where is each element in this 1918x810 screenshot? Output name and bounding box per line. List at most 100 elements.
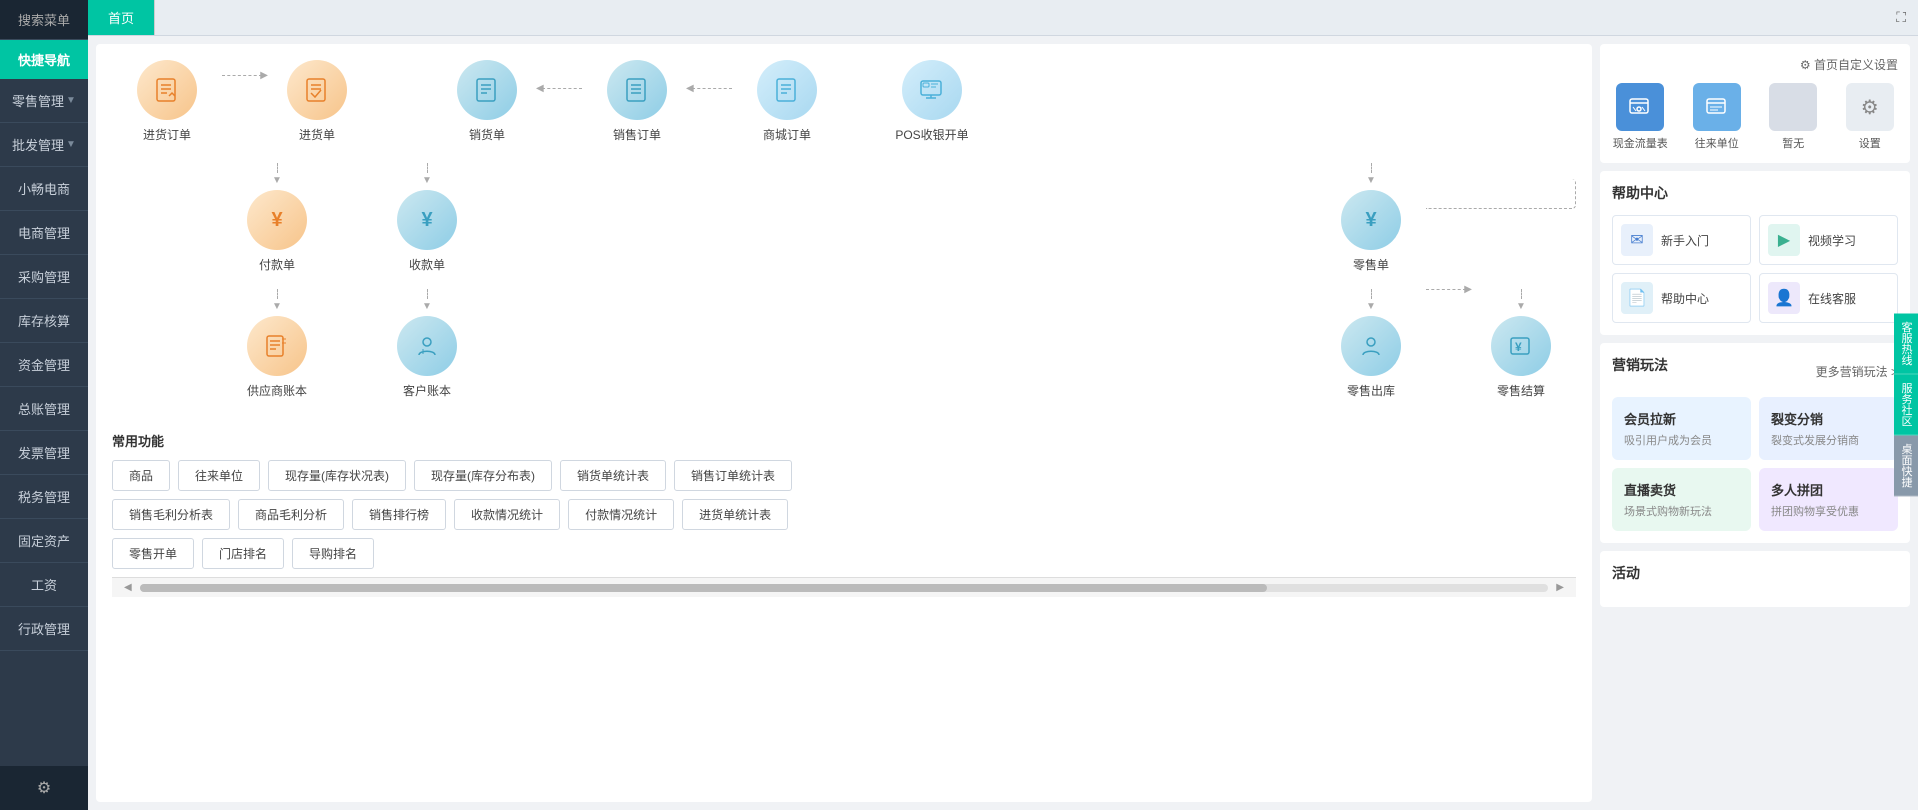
- float-btn-service[interactable]: 客服热线: [1894, 314, 1918, 375]
- row2-spacer3: [1426, 163, 1576, 209]
- sidebar-item-ecommerce-small[interactable]: 小畅电商: [0, 167, 88, 211]
- workflow-node-retail-out[interactable]: 零售出库: [1316, 316, 1426, 399]
- func-btn-sales-order-stat[interactable]: 销售订单统计表: [674, 460, 792, 491]
- sidebar-item-inventory[interactable]: 库存核算: [0, 299, 88, 343]
- marketing-item-fission[interactable]: 裂变分销 裂变式发展分销商: [1759, 397, 1898, 460]
- marketing-item-live[interactable]: 直播卖货 场景式购物新玩法: [1612, 468, 1751, 531]
- help-item-video[interactable]: ▶ 视频学习: [1759, 215, 1898, 265]
- workflow-node-receipt[interactable]: ¥ 收款单: [372, 190, 482, 273]
- workflow-node-sales-order[interactable]: 销售订单: [582, 60, 692, 143]
- video-label: 视频学习: [1808, 232, 1856, 249]
- sidebar-item-finance[interactable]: 资金管理: [0, 343, 88, 387]
- marketing-header: 营销玩法 更多营销玩法 >: [1612, 355, 1898, 387]
- expand-icon[interactable]: ⛶: [1884, 9, 1918, 26]
- func-btn-payment-stat[interactable]: 付款情况统计: [568, 499, 674, 530]
- float-btn-community[interactable]: 服务社区: [1894, 375, 1918, 436]
- func-btn-guide-rank[interactable]: 导购排名: [292, 538, 374, 569]
- down-arrow-icon5: ▼: [422, 301, 432, 312]
- func-btn-purchase-stat[interactable]: 进货单统计表: [682, 499, 788, 530]
- help-label: 帮助中心: [1661, 290, 1709, 307]
- workflow-node-mall-order[interactable]: 商城订单: [732, 60, 842, 143]
- help-item-service[interactable]: 👤 在线客服: [1759, 273, 1898, 323]
- sidebar-item-label: 发票管理: [18, 443, 70, 462]
- purchase-order-icon: [137, 60, 197, 120]
- quick-icons-row: 现金流量表 往来单位: [1612, 83, 1898, 151]
- sidebar-item-invoice[interactable]: 发票管理: [0, 431, 88, 475]
- customer-book-label: 客户账本: [403, 382, 451, 399]
- func-btn-inventory-dist[interactable]: 现存量(库存分布表): [414, 460, 552, 491]
- purchase-icon: [287, 60, 347, 120]
- sidebar-item-fixed-assets[interactable]: 固定资产: [0, 519, 88, 563]
- help-item-help[interactable]: 📄 帮助中心: [1612, 273, 1751, 323]
- arrow-1-2: ▶: [222, 75, 262, 128]
- sidebar-item-purchase[interactable]: 采购管理: [0, 255, 88, 299]
- sidebar-item-ecommerce[interactable]: 电商管理: [0, 211, 88, 255]
- supplier-book-icon: [247, 316, 307, 376]
- quick-icon-cashflow[interactable]: 现金流量表: [1612, 83, 1669, 151]
- search-menu-button[interactable]: 搜索菜单: [0, 0, 88, 40]
- workflow-node-sales[interactable]: 销货单: [432, 60, 542, 143]
- marketing-section: 营销玩法 更多营销玩法 > 会员拉新 吸引用户成为会员 裂变分销 裂变式发展分销…: [1600, 343, 1910, 543]
- func-btn-product-profit[interactable]: 商品毛利分析: [238, 499, 344, 530]
- func-btn-product[interactable]: 商品: [112, 460, 170, 491]
- quick-icon-none[interactable]: 暂无: [1765, 83, 1822, 151]
- func-row-3: 零售开单 门店排名 导购排名: [112, 538, 1576, 569]
- sales-label: 销货单: [469, 126, 505, 143]
- marketing-item-group[interactable]: 多人拼团 拼团购物享受优惠: [1759, 468, 1898, 531]
- workflow-node-supplier-book[interactable]: 供应商账本: [222, 316, 332, 399]
- sidebar-item-quick-nav[interactable]: 快捷导航: [0, 40, 88, 79]
- customize-header: ⚙ 首页自定义设置: [1612, 56, 1898, 73]
- workflow-node-retail[interactable]: ¥ 零售单: [1316, 190, 1426, 273]
- workflow-row-1: 进货订单 ▶: [112, 60, 1576, 143]
- sales-order-label: 销售订单: [613, 126, 661, 143]
- sidebar-settings-button[interactable]: ⚙: [0, 766, 88, 810]
- sidebar-item-ledger[interactable]: 总账管理: [0, 387, 88, 431]
- func-btn-sales-profit[interactable]: 销售毛利分析表: [112, 499, 230, 530]
- purchase-label: 进货单: [299, 126, 335, 143]
- func-btn-sales-rank[interactable]: 销售排行榜: [352, 499, 446, 530]
- sidebar-item-admin[interactable]: 行政管理: [0, 607, 88, 651]
- help-title: 帮助中心: [1612, 183, 1898, 203]
- func-btn-retail-order[interactable]: 零售开单: [112, 538, 194, 569]
- float-btn-desktop[interactable]: 桌面快捷: [1894, 436, 1918, 497]
- scroll-left-button[interactable]: ◀: [120, 582, 136, 593]
- func-btn-sales-stat[interactable]: 销货单统计表: [560, 460, 666, 491]
- cashflow-icon-box: [1616, 83, 1664, 131]
- common-functions-section: 常用功能 商品 往来单位 现存量(库存状况表) 现存量(库存分布表) 销货单统计…: [112, 431, 1576, 569]
- workflow-node-purchase-order[interactable]: 进货订单: [112, 60, 222, 143]
- func-btn-partner[interactable]: 往来单位: [178, 460, 260, 491]
- sidebar-item-salary[interactable]: 工资: [0, 563, 88, 607]
- func-btn-store-rank[interactable]: 门店排名: [202, 538, 284, 569]
- func-btn-receipt-stat[interactable]: 收款情况统计: [454, 499, 560, 530]
- down-arrow-icon6: ▼: [1366, 301, 1376, 312]
- func-btn-inventory-status[interactable]: 现存量(库存状况表): [268, 460, 406, 491]
- none-icon-box: [1769, 83, 1817, 131]
- scroll-right-button[interactable]: ▶: [1552, 582, 1568, 593]
- workflow-node-customer-book[interactable]: 客户账本: [372, 316, 482, 399]
- workflow-row-3: ▼: [112, 289, 1576, 399]
- gear-icon: ⚙: [1861, 95, 1879, 120]
- quick-icon-partner[interactable]: 往来单位: [1689, 83, 1746, 151]
- workflow-node-payment[interactable]: ¥ 付款单: [222, 190, 332, 273]
- func-row-1: 商品 往来单位 现存量(库存状况表) 现存量(库存分布表) 销货单统计表 销售订…: [112, 460, 1576, 491]
- scroll-track[interactable]: [140, 584, 1549, 592]
- more-marketing-link[interactable]: 更多营销玩法 >: [1816, 363, 1898, 380]
- retail-out-icon: [1341, 316, 1401, 376]
- pos-icon: [902, 60, 962, 120]
- help-item-beginner[interactable]: ✉ 新手入门: [1612, 215, 1751, 265]
- retail-out-group: ▼ 零售出库: [1316, 289, 1426, 399]
- sidebar-item-retail[interactable]: 零售管理 ▼: [0, 79, 88, 123]
- quick-nav-section: ⚙ 首页自定义设置 现金流量表: [1600, 44, 1910, 163]
- sidebar-item-wholesale[interactable]: 批发管理 ▼: [0, 123, 88, 167]
- marketing-item-member[interactable]: 会员拉新 吸引用户成为会员: [1612, 397, 1751, 460]
- workflow-node-purchase[interactable]: 进货单: [262, 60, 372, 143]
- sidebar-item-tax[interactable]: 税务管理: [0, 475, 88, 519]
- workflow-node-pos[interactable]: POS收银开单: [882, 60, 982, 143]
- customize-settings-link[interactable]: ⚙ 首页自定义设置: [1800, 56, 1898, 73]
- workflow-row-2: ▼ ¥ 付款单 ▼: [112, 163, 1576, 273]
- scrollbar-row: ◀ ▶: [112, 577, 1576, 597]
- quick-icon-settings[interactable]: ⚙ 设置: [1842, 83, 1899, 151]
- workflow-node-retail-settle[interactable]: ¥ 零售结算: [1466, 316, 1576, 399]
- member-title: 会员拉新: [1624, 409, 1739, 428]
- tab-home[interactable]: 首页: [88, 0, 155, 35]
